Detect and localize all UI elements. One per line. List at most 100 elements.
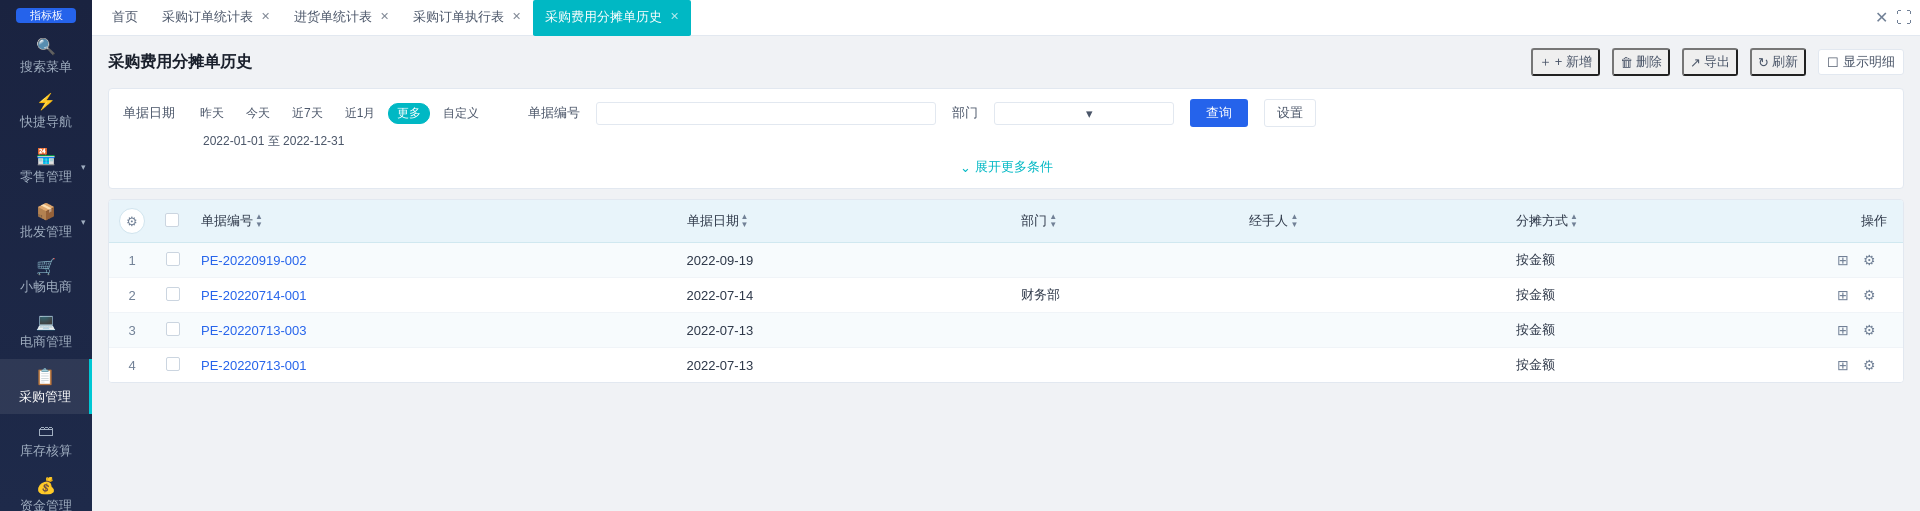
tab-label: 采购费用分摊单历史 bbox=[545, 8, 662, 26]
chip-more[interactable]: 更多 bbox=[388, 103, 430, 124]
col-dept: 部门 ▲▼ bbox=[1011, 200, 1239, 243]
show-cols-button[interactable]: ☐ 显示明细 bbox=[1818, 49, 1904, 75]
page-header: 采购费用分摊单历史 ＋ + 新增 🗑 删除 ↗ 导出 ↻ 刷新 bbox=[108, 48, 1904, 76]
row-actions-cell: ⊞ ⚙ bbox=[1823, 313, 1903, 348]
data-table: ⚙ 单据编号 ▲▼ 单据日期 bbox=[108, 199, 1904, 383]
row-actions-cell: ⊞ ⚙ bbox=[1823, 243, 1903, 278]
row-index-cell: 3 bbox=[109, 313, 155, 348]
delete-button[interactable]: 🗑 删除 bbox=[1612, 48, 1670, 76]
sidebar-item-label: 资金管理 bbox=[20, 497, 72, 511]
more-actions-icon[interactable]: ⚙ bbox=[1859, 355, 1880, 375]
table-row: 4 PE-20220713-001 2022-07-13 按金额 ⊞ ⚙ bbox=[109, 348, 1903, 383]
close-icon[interactable]: ✕ bbox=[261, 10, 270, 23]
more-actions-icon[interactable]: ⚙ bbox=[1859, 250, 1880, 270]
sidebar: 指标板 🔍 搜索菜单 ⚡ 快捷导航 🏪 零售管理 ▾ 📦 批发管理 ▾ 🛒 小畅… bbox=[0, 0, 92, 511]
header-actions: ＋ + 新增 🗑 删除 ↗ 导出 ↻ 刷新 ☐ 显示明细 bbox=[1531, 48, 1904, 76]
sort-arrows-icon: ▲▼ bbox=[741, 213, 749, 229]
sort-docdate[interactable]: 单据日期 ▲▼ bbox=[687, 212, 749, 230]
sidebar-item-ecomm[interactable]: 💻 电商管理 bbox=[0, 304, 92, 359]
sidebar-item-inventory[interactable]: 🗃 库存核算 bbox=[0, 414, 92, 468]
view-icon[interactable]: ⊞ bbox=[1833, 285, 1853, 305]
quicknav-icon: ⚡ bbox=[36, 92, 56, 111]
row-dept-cell: 财务部 bbox=[1011, 278, 1239, 313]
docno-input[interactable] bbox=[596, 102, 936, 125]
chip-custom[interactable]: 自定义 bbox=[434, 103, 488, 124]
view-icon[interactable]: ⊞ bbox=[1833, 250, 1853, 270]
row-dept-cell bbox=[1011, 313, 1239, 348]
add-button[interactable]: ＋ + 新增 bbox=[1531, 48, 1600, 76]
col-checkbox bbox=[155, 200, 191, 243]
chevron-down-icon: ▾ bbox=[81, 217, 86, 227]
sort-arrows-icon: ▲▼ bbox=[1290, 213, 1298, 229]
sidebar-item-finance[interactable]: 💰 资金管理 bbox=[0, 468, 92, 511]
expand-more-button[interactable]: ⌄ 展开更多条件 bbox=[123, 156, 1889, 178]
wholesale-icon: 📦 bbox=[36, 202, 56, 221]
tab-label: 采购订单统计表 bbox=[162, 8, 253, 26]
sidebar-item-retail[interactable]: 🏪 零售管理 ▾ bbox=[0, 139, 92, 194]
sort-dept[interactable]: 部门 ▲▼ bbox=[1021, 212, 1057, 230]
sidebar-item-label: 零售管理 bbox=[20, 168, 72, 186]
docno-link[interactable]: PE-20220713-001 bbox=[201, 358, 307, 373]
filter-row-date-range: 2022-01-01 至 2022-12-31 bbox=[123, 133, 1889, 150]
close-icon[interactable]: ✕ bbox=[670, 10, 679, 23]
sidebar-item-search[interactable]: 🔍 搜索菜单 bbox=[0, 29, 92, 84]
sidebar-item-quicknav[interactable]: ⚡ 快捷导航 bbox=[0, 84, 92, 139]
tab-purchase-order-exec[interactable]: 采购订单执行表 ✕ bbox=[401, 0, 533, 36]
refresh-button[interactable]: ↻ 刷新 bbox=[1750, 48, 1806, 76]
row-checkbox-cell bbox=[155, 348, 191, 383]
docno-link[interactable]: PE-20220919-002 bbox=[201, 253, 307, 268]
sort-docno[interactable]: 单据编号 ▲▼ bbox=[201, 212, 263, 230]
select-all-checkbox[interactable] bbox=[165, 213, 179, 227]
col-settings-button[interactable]: ⚙ bbox=[119, 208, 145, 234]
docno-link[interactable]: PE-20220714-001 bbox=[201, 288, 307, 303]
tab-purchase-cost-history[interactable]: 采购费用分摊单历史 ✕ bbox=[533, 0, 691, 36]
tab-label: 进货单统计表 bbox=[294, 8, 372, 26]
tab-label: 首页 bbox=[112, 8, 138, 26]
row-docdate-cell: 2022-07-14 bbox=[677, 278, 1012, 313]
tab-purchase-goods-stats[interactable]: 进货单统计表 ✕ bbox=[282, 0, 401, 36]
row-splitmethod-cell: 按金额 bbox=[1506, 243, 1823, 278]
chip-7days[interactable]: 近7天 bbox=[283, 103, 332, 124]
docno-input-group bbox=[596, 102, 936, 125]
query-button[interactable]: 查询 bbox=[1190, 99, 1248, 127]
row-index-cell: 2 bbox=[109, 278, 155, 313]
tab-purchase-order-stats[interactable]: 采购订单统计表 ✕ bbox=[150, 0, 282, 36]
export-button[interactable]: ↗ 导出 bbox=[1682, 48, 1738, 76]
chip-1month[interactable]: 近1月 bbox=[336, 103, 385, 124]
docno-link[interactable]: PE-20220713-003 bbox=[201, 323, 307, 338]
more-actions-icon[interactable]: ⚙ bbox=[1859, 320, 1880, 340]
close-tab-button[interactable]: ✕ bbox=[1875, 10, 1888, 26]
trash-icon: 🗑 bbox=[1620, 55, 1633, 70]
filter-area: 单据日期 昨天 今天 近7天 近1月 更多 自定义 单据编号 部门 bbox=[108, 88, 1904, 189]
sidebar-item-ecommsmall[interactable]: 🛒 小畅电商 bbox=[0, 249, 92, 304]
row-splitmethod-cell: 按金额 bbox=[1506, 313, 1823, 348]
more-actions-icon[interactable]: ⚙ bbox=[1859, 285, 1880, 305]
date-filter-label: 单据日期 bbox=[123, 104, 175, 122]
sort-handler[interactable]: 经手人 ▲▼ bbox=[1249, 212, 1298, 230]
view-icon[interactable]: ⊞ bbox=[1833, 320, 1853, 340]
row-checkbox[interactable] bbox=[166, 252, 180, 266]
table-row: 2 PE-20220714-001 2022-07-14 财务部 按金额 ⊞ ⚙ bbox=[109, 278, 1903, 313]
tab-home[interactable]: 首页 bbox=[100, 0, 150, 36]
table-header-row: ⚙ 单据编号 ▲▼ 单据日期 bbox=[109, 200, 1903, 243]
sidebar-item-purchase[interactable]: 📋 采购管理 bbox=[0, 359, 92, 414]
row-docno-cell: PE-20220713-001 bbox=[191, 348, 677, 383]
row-checkbox[interactable] bbox=[166, 287, 180, 301]
sort-splitmethod[interactable]: 分摊方式 ▲▼ bbox=[1516, 212, 1578, 230]
chip-today[interactable]: 今天 bbox=[237, 103, 279, 124]
view-icon[interactable]: ⊞ bbox=[1833, 355, 1853, 375]
row-actions-cell: ⊞ ⚙ bbox=[1823, 348, 1903, 383]
table-row: 3 PE-20220713-003 2022-07-13 按金额 ⊞ ⚙ bbox=[109, 313, 1903, 348]
docno-filter-label: 单据编号 bbox=[528, 104, 580, 122]
ecommsmall-icon: 🛒 bbox=[36, 257, 56, 276]
sidebar-item-label: 库存核算 bbox=[20, 442, 72, 460]
close-icon[interactable]: ✕ bbox=[512, 10, 521, 23]
maximize-button[interactable]: ⛶ bbox=[1896, 10, 1912, 26]
row-checkbox[interactable] bbox=[166, 357, 180, 371]
sidebar-item-wholesale[interactable]: 📦 批发管理 ▾ bbox=[0, 194, 92, 249]
dept-select[interactable]: ▾ bbox=[994, 102, 1174, 125]
chip-yesterday[interactable]: 昨天 bbox=[191, 103, 233, 124]
row-checkbox[interactable] bbox=[166, 322, 180, 336]
filter-settings-button[interactable]: 设置 bbox=[1264, 99, 1316, 127]
close-icon[interactable]: ✕ bbox=[380, 10, 389, 23]
